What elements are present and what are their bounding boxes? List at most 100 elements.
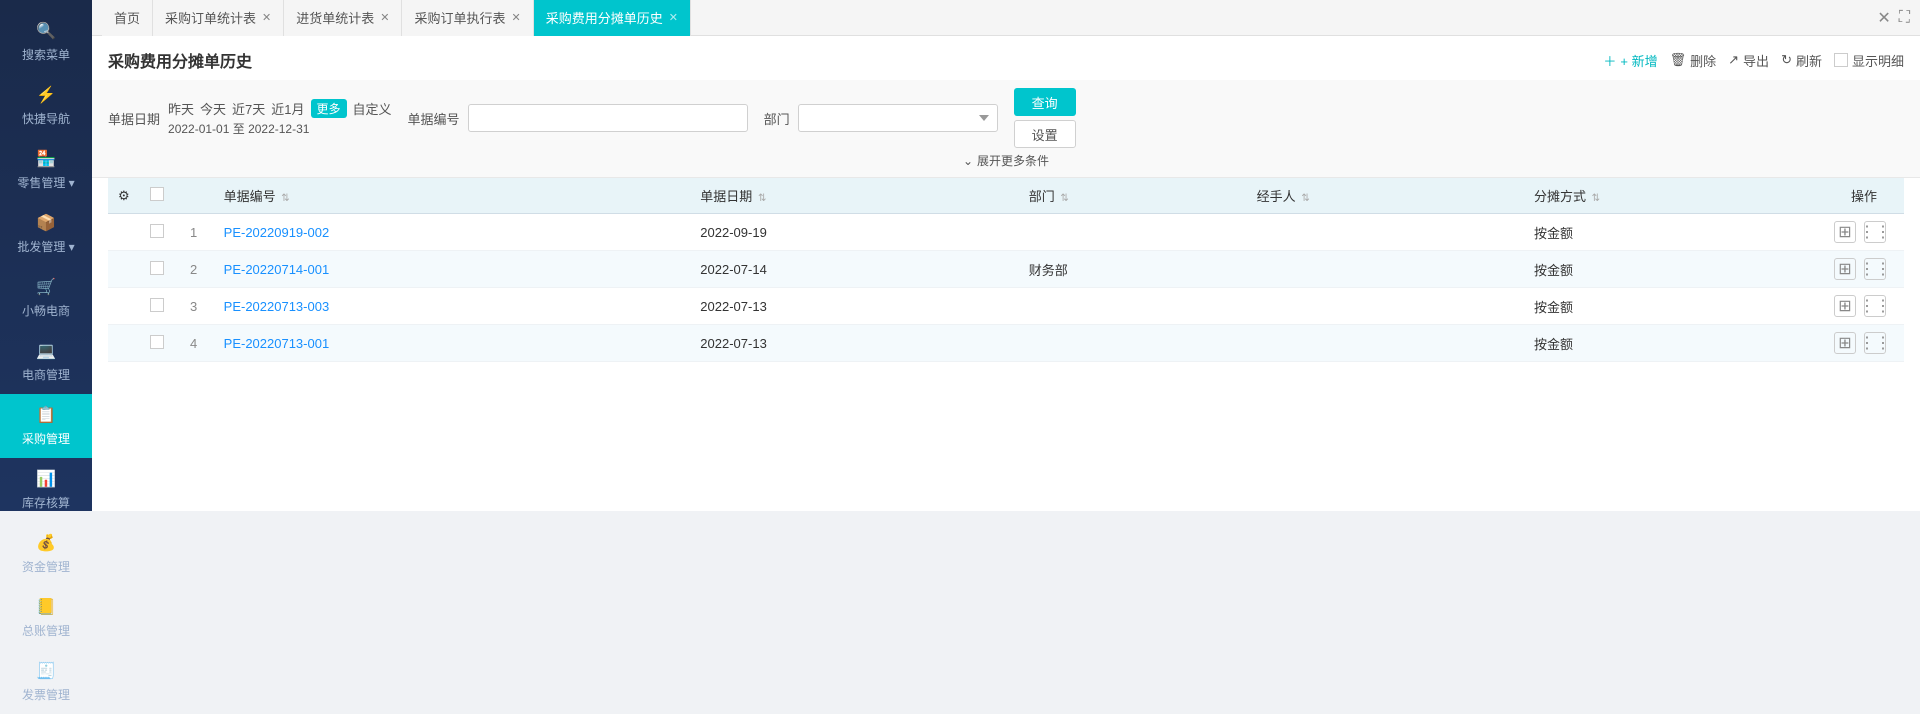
add-button[interactable]: ＋ + 新增 — [1603, 51, 1657, 70]
add-icon: ＋ — [1603, 51, 1616, 70]
page-header: 采购费用分摊单历史 ＋ + 新增 🗑 删除 ↗ 导出 ↻ 刷新 — [92, 36, 1920, 80]
edit-icon-3[interactable]: ⊞ — [1834, 332, 1856, 354]
expand-more-label: 展开更多条件 — [977, 152, 1049, 169]
maximize-icon[interactable]: ⛶ — [1899, 9, 1910, 27]
col-num-header — [174, 178, 214, 214]
sort-doc-no-icon: ⇅ — [281, 193, 289, 204]
row-checkbox-3[interactable] — [150, 335, 164, 349]
row-split-method-3: 按金额 — [1524, 325, 1824, 362]
row-settings-1 — [108, 251, 140, 288]
edit-icon-1[interactable]: ⊞ — [1834, 258, 1856, 280]
row-doc-no-2: PE-20220713-003 — [214, 288, 691, 325]
tab-inbound-stats[interactable]: 进货单统计表 ✕ — [284, 0, 402, 36]
sidebar-item-mini-ecom[interactable]: 🛒 小畅电商 — [0, 266, 92, 330]
main-table: ⚙ 单据编号 ⇅ 单据日期 ⇅ — [108, 178, 1904, 362]
delete-button[interactable]: 🗑 删除 — [1670, 51, 1717, 70]
row-checkbox-2[interactable] — [150, 298, 164, 312]
row-checkbox-1[interactable] — [150, 261, 164, 275]
doc-no-label: 单据编号 — [408, 109, 460, 128]
invoice-icon: 🧾 — [5, 660, 87, 684]
sidebar-item-ledger[interactable]: 📒 总账管理 — [0, 586, 92, 650]
action-icons-0: ⊞ ⋮⋮ — [1834, 221, 1894, 243]
close-tab-purchase-order-stats[interactable]: ✕ — [262, 11, 271, 24]
toolbar: ＋ + 新增 🗑 删除 ↗ 导出 ↻ 刷新 显示明细 — [1603, 51, 1904, 70]
col-doc-no-header[interactable]: 单据编号 ⇅ — [214, 178, 691, 214]
page-area: 采购费用分摊单历史 ＋ + 新增 🗑 删除 ↗ 导出 ↻ 刷新 — [92, 36, 1920, 511]
tab-home[interactable]: 首页 — [102, 0, 153, 36]
export-button[interactable]: ↗ 导出 — [1728, 51, 1769, 70]
col-settings-header[interactable]: ⚙ — [108, 178, 140, 214]
tab-purchase-cost-history[interactable]: 采购费用分摊单历史 ✕ — [534, 0, 691, 36]
close-tab-purchase-cost-history[interactable]: ✕ — [669, 11, 678, 24]
dept-filter-group: 部门 财务部 — [764, 104, 998, 132]
row-cb-0 — [140, 214, 174, 251]
show-columns-toggle[interactable]: 显示明细 — [1834, 51, 1904, 70]
row-num-3: 4 — [174, 325, 214, 362]
tab-purchase-order-exec[interactable]: 采购订单执行表 ✕ — [402, 0, 533, 36]
refresh-button[interactable]: ↻ 刷新 — [1781, 51, 1822, 70]
row-doc-date-2: 2022-07-13 — [690, 288, 1018, 325]
sidebar-item-invoice[interactable]: 🧾 发票管理 — [0, 650, 92, 714]
page-title: 采购费用分摊单历史 — [108, 48, 252, 72]
shortcut-yesterday[interactable]: 昨天 — [168, 99, 194, 118]
sidebar-item-ecom[interactable]: 💻 电商管理 — [0, 330, 92, 394]
row-dept-3 — [1019, 325, 1247, 362]
action-icons-1: ⊞ ⋮⋮ — [1834, 258, 1894, 280]
edit-icon-0[interactable]: ⊞ — [1834, 221, 1856, 243]
expand-more-row[interactable]: ⌄ 展开更多条件 — [108, 148, 1904, 169]
inventory-icon: 📊 — [5, 468, 87, 492]
col-actions-header: 操作 — [1824, 178, 1904, 214]
doc-no-link-3[interactable]: PE-20220713-001 — [224, 336, 330, 351]
doc-no-link-2[interactable]: PE-20220713-003 — [224, 299, 330, 314]
select-all-checkbox[interactable] — [150, 187, 164, 201]
doc-no-input[interactable] — [468, 104, 748, 132]
main-content: 首页 采购订单统计表 ✕ 进货单统计表 ✕ 采购订单执行表 ✕ 采购费用分摊单历… — [92, 0, 1920, 511]
row-doc-date-3: 2022-07-13 — [690, 325, 1018, 362]
row-handler-3 — [1247, 325, 1524, 362]
sidebar-item-quick-nav[interactable]: ⚡ 快捷导航 — [0, 74, 92, 138]
more-icon-1[interactable]: ⋮⋮ — [1864, 258, 1886, 280]
wholesale-icon: 📦 — [5, 212, 87, 236]
doc-no-link-0[interactable]: PE-20220919-002 — [224, 225, 330, 240]
close-tab-inbound-stats[interactable]: ✕ — [380, 11, 389, 24]
sidebar-item-finance[interactable]: 💰 资金管理 — [0, 522, 92, 586]
query-button[interactable]: 查询 — [1014, 88, 1076, 116]
row-num-0: 1 — [174, 214, 214, 251]
show-columns-checkbox — [1834, 53, 1848, 67]
retail-icon: 🏪 — [5, 148, 87, 172]
row-actions-0: ⊞ ⋮⋮ — [1824, 214, 1904, 251]
sidebar-item-purchase[interactable]: 📋 采购管理 — [0, 394, 92, 458]
close-tab-purchase-order-exec[interactable]: ✕ — [512, 11, 521, 24]
col-split-method-header[interactable]: 分摊方式 ⇅ — [1524, 178, 1824, 214]
shortcut-more[interactable]: 更多 — [311, 99, 347, 118]
tab-purchase-order-stats[interactable]: 采购订单统计表 ✕ — [153, 0, 284, 36]
more-icon-2[interactable]: ⋮⋮ — [1864, 295, 1886, 317]
sidebar-item-search[interactable]: 🔍 搜索菜单 — [0, 10, 92, 74]
row-handler-2 — [1247, 288, 1524, 325]
row-settings-2 — [108, 288, 140, 325]
close-all-tabs-icon[interactable]: ✕ — [1877, 8, 1890, 28]
sidebar-item-wholesale[interactable]: 📦 批发管理 ▾ — [0, 202, 92, 266]
edit-icon-2[interactable]: ⊞ — [1834, 295, 1856, 317]
shortcut-today[interactable]: 今天 — [200, 99, 226, 118]
shortcut-1month[interactable]: 近1月 — [271, 99, 304, 118]
row-doc-date-0: 2022-09-19 — [690, 214, 1018, 251]
filter-settings-button[interactable]: 设置 — [1014, 120, 1076, 148]
more-icon-3[interactable]: ⋮⋮ — [1864, 332, 1886, 354]
row-doc-no-0: PE-20220919-002 — [214, 214, 691, 251]
shortcut-7days[interactable]: 近7天 — [232, 99, 265, 118]
shortcut-custom[interactable]: 自定义 — [353, 99, 392, 118]
doc-no-link-1[interactable]: PE-20220714-001 — [224, 262, 330, 277]
sidebar-item-retail[interactable]: 🏪 零售管理 ▾ — [0, 138, 92, 202]
row-num-2: 3 — [174, 288, 214, 325]
col-doc-date-header[interactable]: 单据日期 ⇅ — [690, 178, 1018, 214]
dept-label: 部门 — [764, 109, 790, 128]
more-icon-0[interactable]: ⋮⋮ — [1864, 221, 1886, 243]
export-icon: ↗ — [1728, 52, 1739, 68]
row-actions-2: ⊞ ⋮⋮ — [1824, 288, 1904, 325]
col-dept-header[interactable]: 部门 ⇅ — [1019, 178, 1247, 214]
col-handler-header[interactable]: 经手人 ⇅ — [1247, 178, 1524, 214]
sidebar-item-inventory[interactable]: 📊 库存核算 — [0, 458, 92, 522]
row-checkbox-0[interactable] — [150, 224, 164, 238]
dept-select[interactable]: 财务部 — [798, 104, 998, 132]
